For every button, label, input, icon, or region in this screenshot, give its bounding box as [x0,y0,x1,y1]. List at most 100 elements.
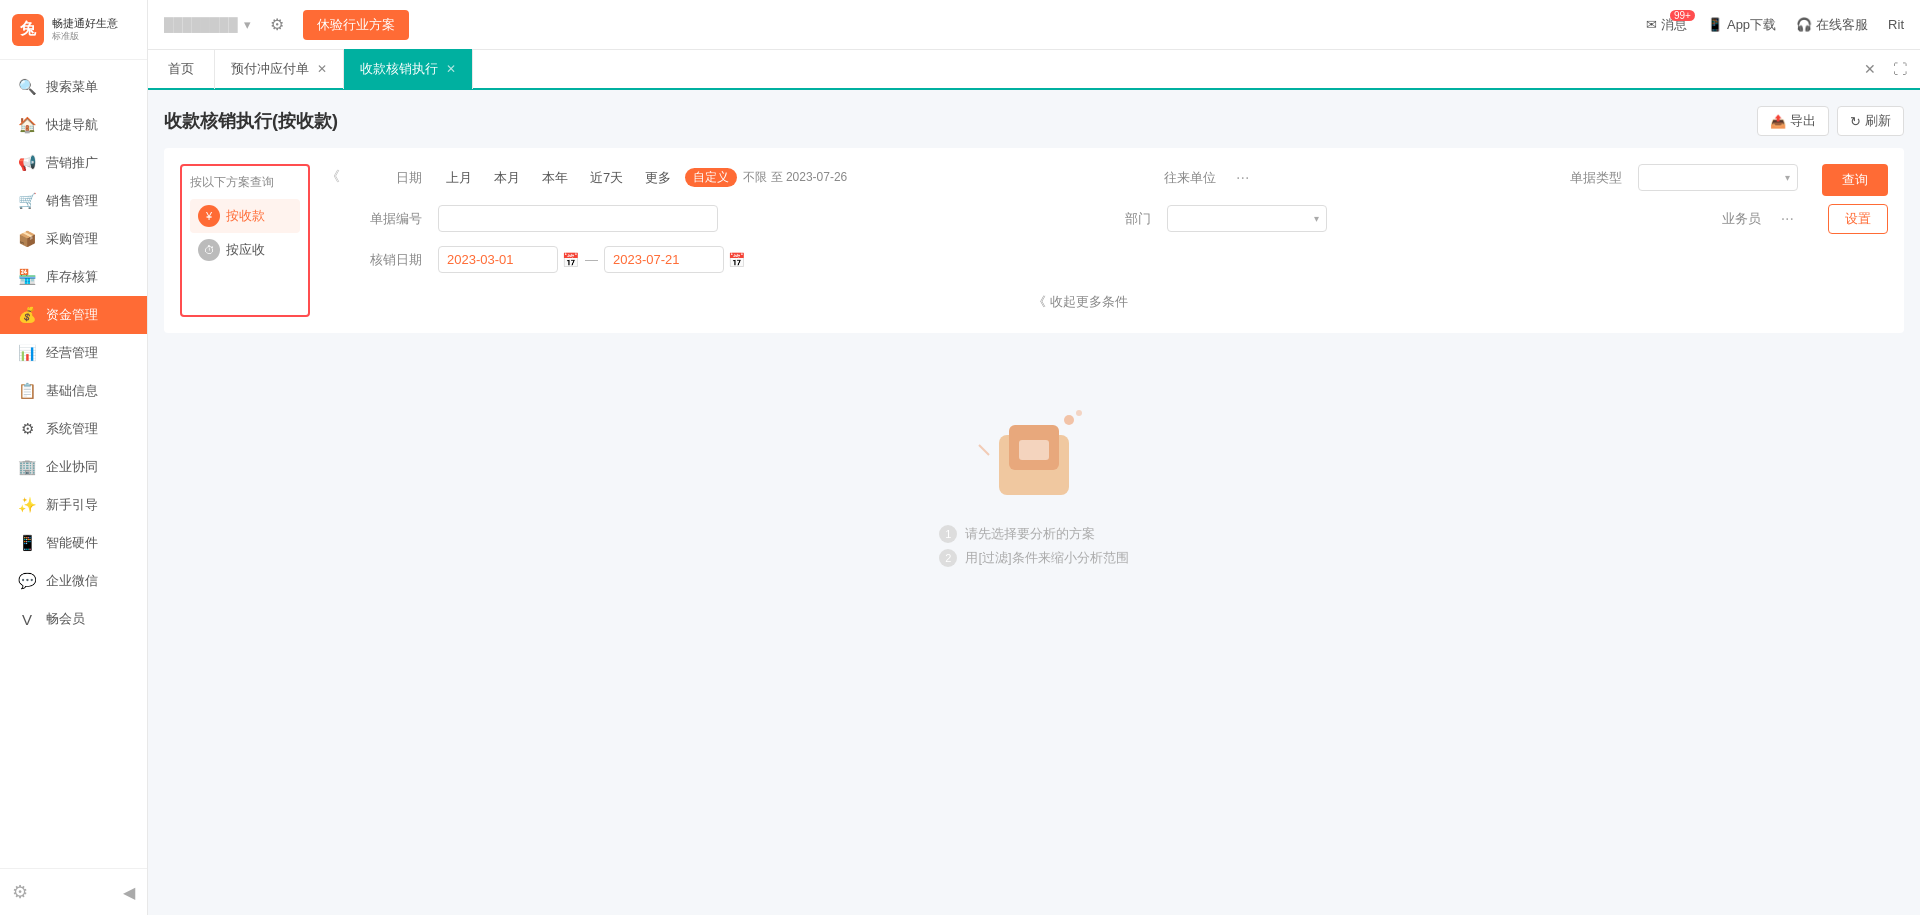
logo-icon: 兔 [12,14,44,46]
app-download-btn[interactable]: 📱 App下载 [1707,16,1776,34]
online-service-label: 在线客服 [1816,16,1868,34]
shortcut-this-month[interactable]: 本月 [486,167,528,189]
dept-select[interactable] [1167,205,1327,232]
sidebar-item-畅会员[interactable]: V 畅会员 [0,600,147,638]
tab-prepay-close[interactable]: ✕ [317,62,327,76]
menu-icon: 🏪 [18,268,36,286]
filter-panel: 按以下方案查询 ¥ 按收款 ⏱ 按应收 《 日期 上月 [164,148,1904,333]
filter-option-by-receipt[interactable]: ¥ 按收款 [190,199,300,233]
collapse-more-btn[interactable]: 《 收起更多条件 [362,287,1798,317]
setting-btn[interactable]: 设置 [1828,204,1888,234]
shortcut-last-month[interactable]: 上月 [438,167,480,189]
writeoff-start-calendar-icon[interactable]: 📅 [562,252,579,268]
menu-icon: 💬 [18,572,36,590]
writeoff-start-input[interactable] [438,246,558,273]
empty-hint-2: 2 用[过滤]条件来缩小分析范围 [939,549,1128,567]
sidebar-item-搜索菜单[interactable]: 🔍 搜索菜单 [0,68,147,106]
online-service-btn[interactable]: 🎧 在线客服 [1796,16,1868,34]
menu-icon: 📋 [18,382,36,400]
filter-row-1: 日期 上月 本月 本年 近7天 更多 自定义 不限 至 2023-07-26 往… [362,164,1798,191]
topbar-dropdown-icon[interactable]: ▾ [244,17,251,32]
collapse-sidebar-btn[interactable]: ◀ [123,883,135,902]
shortcut-7days[interactable]: 近7天 [582,167,631,189]
menu-label: 搜索菜单 [46,78,98,96]
writeoff-date-range: 📅 — 📅 [438,246,745,273]
tab-writeoff-close[interactable]: ✕ [446,62,456,76]
sidebar-item-销售管理[interactable]: 🛒 销售管理 [0,182,147,220]
svg-rect-2 [1019,440,1049,460]
menu-icon: ✨ [18,496,36,514]
tabbar-actions: ✕ ⛶ [1858,57,1920,81]
query-btn[interactable]: 查询 [1822,164,1888,196]
date-shortcut-group: 上月 本月 本年 近7天 更多 自定义 不限 至 2023-07-26 [438,167,847,189]
empty-illustration [974,405,1094,505]
topbar-right: ✉ 消息 99+ 📱 App下载 🎧 在线客服 Rit [1646,16,1904,34]
sidebar-item-企业微信[interactable]: 💬 企业微信 [0,562,147,600]
date-no-limit: 不限 至 2023-07-26 [743,169,847,186]
menu-label: 智能硬件 [46,534,98,552]
filter-collapse-btn[interactable]: 《 [326,164,346,317]
tab-home[interactable]: 首页 [148,49,215,89]
user-name[interactable]: Rit [1888,17,1904,32]
doc-type-select[interactable] [1638,164,1798,191]
tab-prepay[interactable]: 预付冲应付单 ✕ [215,49,344,89]
receivable-icon: ⏱ [198,239,220,261]
menu-label: 新手引导 [46,496,98,514]
sidebar-menu: 🔍 搜索菜单 🏠 快捷导航 📢 营销推广 🛒 销售管理 📦 采购管理 🏪 库存核… [0,60,147,868]
menu-label: 系统管理 [46,420,98,438]
shortcut-more[interactable]: 更多 [637,167,679,189]
filter-fields: 日期 上月 本月 本年 近7天 更多 自定义 不限 至 2023-07-26 往… [362,164,1798,317]
export-icon: 📤 [1770,114,1786,129]
tab-close-all-btn[interactable]: ✕ [1858,57,1882,81]
sidebar-item-采购管理[interactable]: 📦 采购管理 [0,220,147,258]
doc-type-label: 单据类型 [1562,169,1622,187]
main-area: ████████ ▾ ⚙ 休验行业方案 ✉ 消息 99+ 📱 App下载 🎧 在… [148,0,1920,915]
menu-icon: 🏢 [18,458,36,476]
sidebar-item-资金管理[interactable]: 💰 资金管理 [0,296,147,334]
empty-hint-1: 1 请先选择要分析的方案 [939,525,1128,543]
tab-fullscreen-btn[interactable]: ⛶ [1888,57,1912,81]
sidebar-item-企业协同[interactable]: 🏢 企业协同 [0,448,147,486]
date-label: 日期 [362,169,422,187]
menu-icon: 📱 [18,534,36,552]
sidebar-item-营销推广[interactable]: 📢 营销推广 [0,144,147,182]
tab-writeoff[interactable]: 收款核销执行 ✕ [344,49,473,89]
content: 收款核销执行(按收款) 📤 导出 ↻ 刷新 按以下方案查询 ¥ 按收款 [148,90,1920,915]
writeoff-end-input[interactable] [604,246,724,273]
topbar-settings-btn[interactable]: ⚙ [263,11,291,39]
sidebar-footer: ⚙ ◀ [0,868,147,915]
counterparty-ellipsis[interactable]: ··· [1232,169,1253,187]
settings-icon[interactable]: ⚙ [12,881,28,903]
writeoff-end-calendar-icon[interactable]: 📅 [728,252,745,268]
message-btn[interactable]: ✉ 消息 99+ [1646,16,1687,34]
industry-btn[interactable]: 休验行业方案 [303,10,409,40]
hint-num-1: 1 [939,525,957,543]
message-badge: 99+ [1670,10,1695,21]
sidebar-item-经营管理[interactable]: 📊 经营管理 [0,334,147,372]
sidebar-item-库存核算[interactable]: 🏪 库存核算 [0,258,147,296]
logo-text-wrapper: 畅捷通好生意 标准版 [52,16,118,43]
menu-icon: 📦 [18,230,36,248]
page-title: 收款核销执行(按收款) [164,109,338,133]
menu-label: 畅会员 [46,610,85,628]
sidebar-logo: 兔 畅捷通好生意 标准版 [0,0,147,60]
sidebar-item-系统管理[interactable]: ⚙ 系统管理 [0,410,147,448]
sidebar-item-快捷导航[interactable]: 🏠 快捷导航 [0,106,147,144]
salesperson-ellipsis[interactable]: ··· [1777,210,1798,228]
sidebar-item-智能硬件[interactable]: 📱 智能硬件 [0,524,147,562]
page-header: 收款核销执行(按收款) 📤 导出 ↻ 刷新 [164,106,1904,136]
shortcut-custom[interactable]: 自定义 [685,168,737,187]
sidebar-item-基础信息[interactable]: 📋 基础信息 [0,372,147,410]
sidebar-item-新手引导[interactable]: ✨ 新手引导 [0,486,147,524]
svg-point-4 [1076,410,1082,416]
export-btn[interactable]: 📤 导出 [1757,106,1829,136]
filter-option-by-receivable[interactable]: ⏱ 按应收 [190,233,300,267]
shortcut-this-year[interactable]: 本年 [534,167,576,189]
menu-icon: 🔍 [18,78,36,96]
filter-sidebar-title: 按以下方案查询 [190,174,300,191]
refresh-btn[interactable]: ↻ 刷新 [1837,106,1904,136]
page-actions: 📤 导出 ↻ 刷新 [1757,106,1904,136]
hint-num-2: 2 [939,549,957,567]
doc-num-input[interactable] [438,205,718,232]
topbar-brand-text: ████████ [164,17,238,32]
